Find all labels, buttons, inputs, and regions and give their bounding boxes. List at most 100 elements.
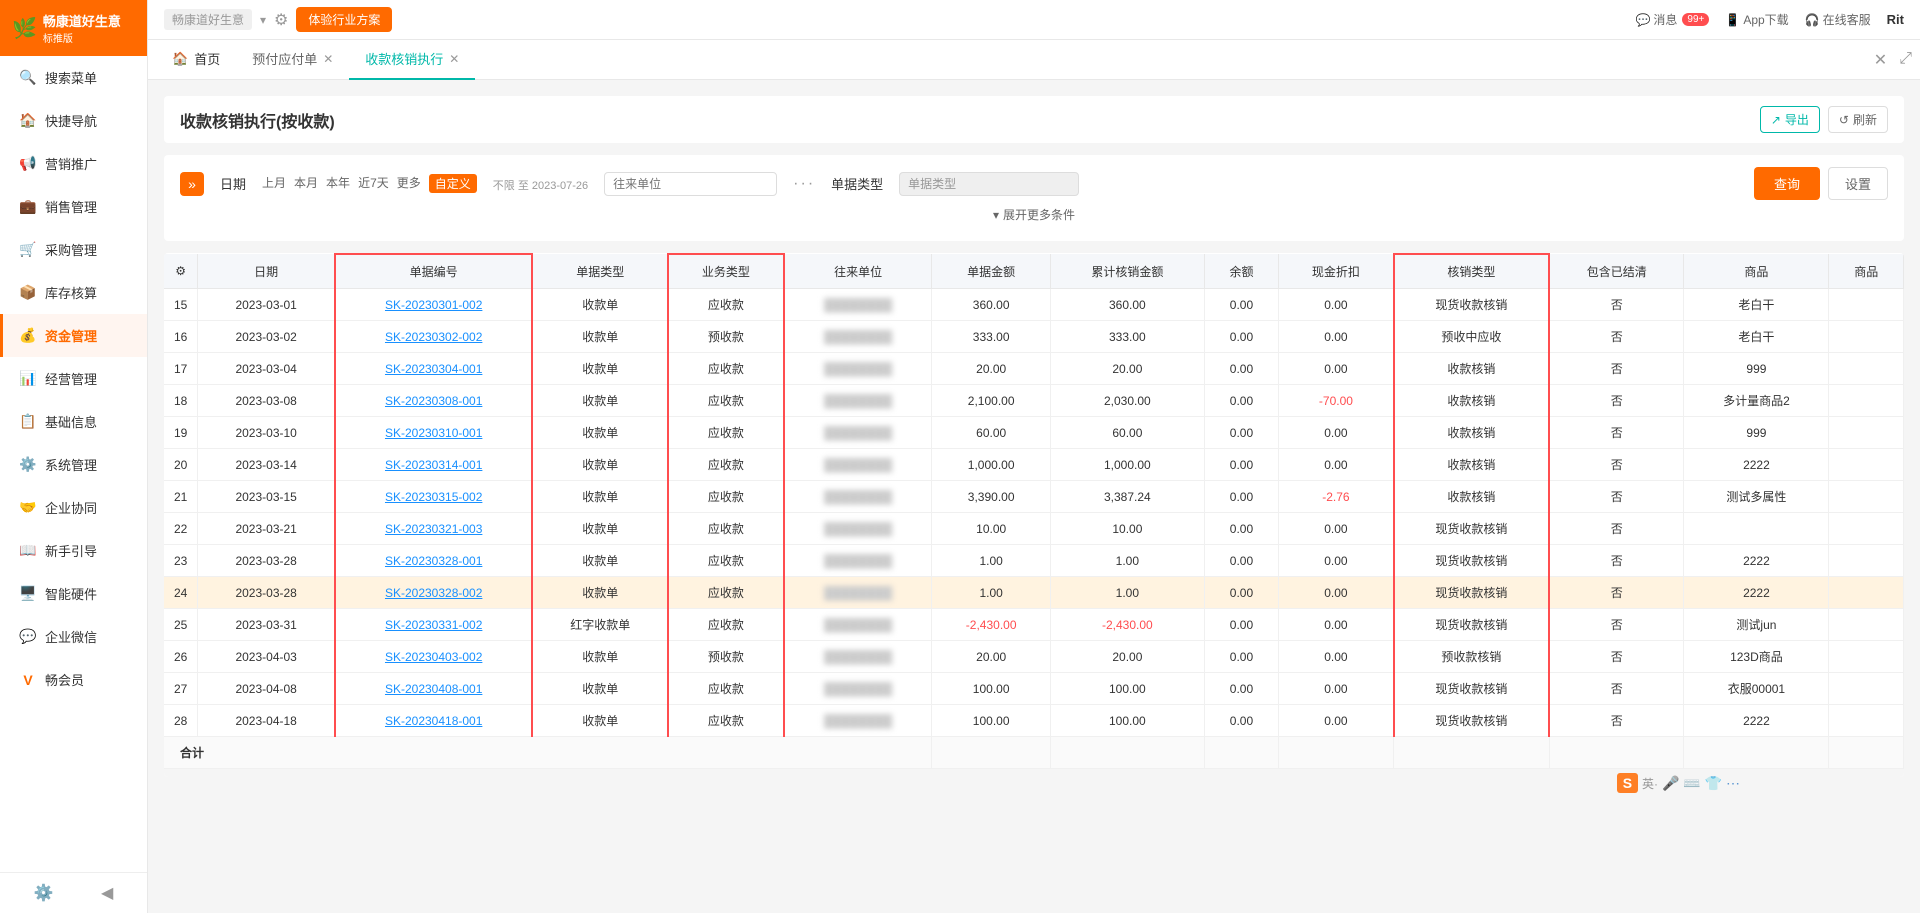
cell-doc-type: 收款单 xyxy=(532,449,668,481)
cell-included: 否 xyxy=(1549,321,1684,353)
cell-doc-no[interactable]: SK-20230408-001 xyxy=(335,673,532,705)
tab-close-window-icon[interactable]: ✕ xyxy=(1874,50,1887,70)
sidebar-item-label: 经营管理 xyxy=(45,369,97,388)
cell-discount: 0.00 xyxy=(1279,545,1394,577)
setting-button[interactable]: 设置 xyxy=(1828,167,1888,200)
cell-doc-no[interactable]: SK-20230308-001 xyxy=(335,385,532,417)
sidebar-item-label: 新手引导 xyxy=(45,541,97,560)
cell-accum: 60.00 xyxy=(1050,417,1204,449)
tab-prepaid-close[interactable]: ✕ xyxy=(323,52,333,66)
filter-toggle-button[interactable]: » xyxy=(180,172,204,196)
filter-custom[interactable]: 自定义 xyxy=(429,174,477,193)
filter-this-year[interactable]: 本年 xyxy=(326,174,350,193)
cell-doc-no[interactable]: SK-20230328-002 xyxy=(335,577,532,609)
table-row: 232023-03-28SK-20230328-001收款单应收款███████… xyxy=(164,545,1904,577)
col-settings[interactable]: ⚙ xyxy=(164,254,198,289)
sidebar-item-enterprise[interactable]: 🤝 企业协同 xyxy=(0,486,147,529)
table-row: 272023-04-08SK-20230408-001收款单应收款███████… xyxy=(164,673,1904,705)
filter-this-month[interactable]: 本月 xyxy=(294,174,318,193)
sidebar-item-system[interactable]: ⚙️ 系统管理 xyxy=(0,443,147,486)
sidebar-item-marketing[interactable]: 📢 营销推广 xyxy=(0,142,147,185)
cell-goods2 xyxy=(1829,481,1904,513)
cell-doc-no[interactable]: SK-20230302-002 xyxy=(335,321,532,353)
search-icon: 🔍 xyxy=(19,69,37,87)
cell-partner: ████████ xyxy=(784,705,932,737)
cell-doc-no[interactable]: SK-20230418-001 xyxy=(335,705,532,737)
cell-doc-no[interactable]: SK-20230304-001 xyxy=(335,353,532,385)
filter-last-month[interactable]: 上月 xyxy=(262,174,286,193)
cell-discount: 0.00 xyxy=(1279,609,1394,641)
filter-partner-input[interactable] xyxy=(604,172,777,196)
cell-amount: 3,390.00 xyxy=(932,481,1051,513)
cell-accum: 10.00 xyxy=(1050,513,1204,545)
export-button[interactable]: ↗ 导出 xyxy=(1760,106,1820,133)
cell-doc-no[interactable]: SK-20230321-003 xyxy=(335,513,532,545)
marketing-icon: 📢 xyxy=(19,155,37,173)
sidebar-item-purchase[interactable]: 🛒 采购管理 xyxy=(0,228,147,271)
header-dropdown-icon[interactable]: ▾ xyxy=(260,13,266,27)
cell-biz-type: 应收款 xyxy=(668,449,784,481)
sidebar-item-operations[interactable]: 📊 经营管理 xyxy=(0,357,147,400)
cell-balance: 0.00 xyxy=(1204,673,1278,705)
tab-home[interactable]: 🏠 首页 xyxy=(156,40,236,80)
refresh-button[interactable]: ↺ 刷新 xyxy=(1828,106,1888,133)
sidebar-item-inventory[interactable]: 📦 库存核算 xyxy=(0,271,147,314)
col-doc-type: 单据类型 xyxy=(532,254,668,289)
filter-row: » 日期 上月 本月 本年 近7天 更多 自定义 不限 至 2023-07-26… xyxy=(180,167,1888,200)
cell-doc-no[interactable]: SK-20230314-001 xyxy=(335,449,532,481)
cell-accum: 100.00 xyxy=(1050,705,1204,737)
inventory-icon: 📦 xyxy=(19,284,37,302)
user-name[interactable]: Rit xyxy=(1887,12,1904,27)
solution-button[interactable]: 体验行业方案 xyxy=(296,7,392,32)
message-item[interactable]: 💬 消息 99+ xyxy=(1635,11,1709,28)
filter-more[interactable]: 更多 xyxy=(397,174,421,193)
sidebar-item-sales[interactable]: 💼 销售管理 xyxy=(0,185,147,228)
cell-doc-no[interactable]: SK-20230310-001 xyxy=(335,417,532,449)
cell-goods1: 2222 xyxy=(1684,577,1829,609)
sidebar: 🌿 畅康道好生意 标推版 🔍 搜索菜单 🏠 快捷导航 📢 营销推广 💼 销售管理… xyxy=(0,0,148,913)
sidebar-item-guide[interactable]: 📖 新手引导 xyxy=(0,529,147,572)
sidebar-settings-icon[interactable]: ⚙️ xyxy=(34,883,54,903)
filter-voucher-type-select[interactable]: 单据类型 xyxy=(899,172,1079,196)
cell-doc-no[interactable]: SK-20230328-001 xyxy=(335,545,532,577)
cell-partner: ████████ xyxy=(784,289,932,321)
sidebar-item-quick-nav[interactable]: 🏠 快捷导航 xyxy=(0,99,147,142)
tab-collection-close[interactable]: ✕ xyxy=(449,52,459,66)
sidebar-item-search[interactable]: 🔍 搜索菜单 xyxy=(0,56,147,99)
sidebar-item-label: 智能硬件 xyxy=(45,584,97,603)
cell-doc-no[interactable]: SK-20230331-002 xyxy=(335,609,532,641)
cell-cancel-type: 现货收款核销 xyxy=(1394,545,1549,577)
tab-expand-icon[interactable]: ⤢ xyxy=(1899,50,1912,70)
cell-partner: ████████ xyxy=(784,577,932,609)
col-goods2: 商品 xyxy=(1829,254,1904,289)
sidebar-item-hardware[interactable]: 🖥️ 智能硬件 xyxy=(0,572,147,615)
filter-date-range: 不限 至 2023-07-26 xyxy=(493,177,588,193)
header-gear-icon[interactable]: ⚙ xyxy=(274,10,288,30)
filter-7days[interactable]: 近7天 xyxy=(358,174,389,193)
app-download-item[interactable]: 📱 App下载 xyxy=(1725,11,1788,28)
tab-prepaid[interactable]: 预付应付单 ✕ xyxy=(236,40,349,80)
cell-doc-no[interactable]: SK-20230315-002 xyxy=(335,481,532,513)
sidebar-item-wechat[interactable]: 💬 企业微信 xyxy=(0,615,147,658)
cell-accum: 1.00 xyxy=(1050,545,1204,577)
tab-collection[interactable]: 收款核销执行 ✕ xyxy=(349,40,475,80)
expand-more[interactable]: ▾ 展开更多条件 xyxy=(180,200,1888,229)
col-amount: 单据金额 xyxy=(932,254,1051,289)
cell-goods2 xyxy=(1829,321,1904,353)
cell-biz-type: 预收款 xyxy=(668,641,784,673)
cell-balance: 0.00 xyxy=(1204,577,1278,609)
cell-accum: 100.00 xyxy=(1050,673,1204,705)
sidebar-item-member[interactable]: V 畅会员 xyxy=(0,658,147,701)
support-item[interactable]: 🎧 在线客服 xyxy=(1805,11,1871,28)
cell-goods1: 2222 xyxy=(1684,705,1829,737)
cell-cancel-type: 现货收款核销 xyxy=(1394,289,1549,321)
cell-doc-no[interactable]: SK-20230403-002 xyxy=(335,641,532,673)
cell-doc-no[interactable]: SK-20230301-002 xyxy=(335,289,532,321)
sidebar-item-finance[interactable]: 💰 资金管理 xyxy=(0,314,147,357)
cell-goods1: 999 xyxy=(1684,417,1829,449)
watermark: S 英· 🎤 ⌨️ 👕 ⋯ xyxy=(1617,773,1740,793)
sidebar-item-basic[interactable]: 📋 基础信息 xyxy=(0,400,147,443)
cell-goods1: 2222 xyxy=(1684,449,1829,481)
query-button[interactable]: 查询 xyxy=(1754,167,1820,200)
sidebar-collapse-icon[interactable]: ◀ xyxy=(101,883,113,903)
